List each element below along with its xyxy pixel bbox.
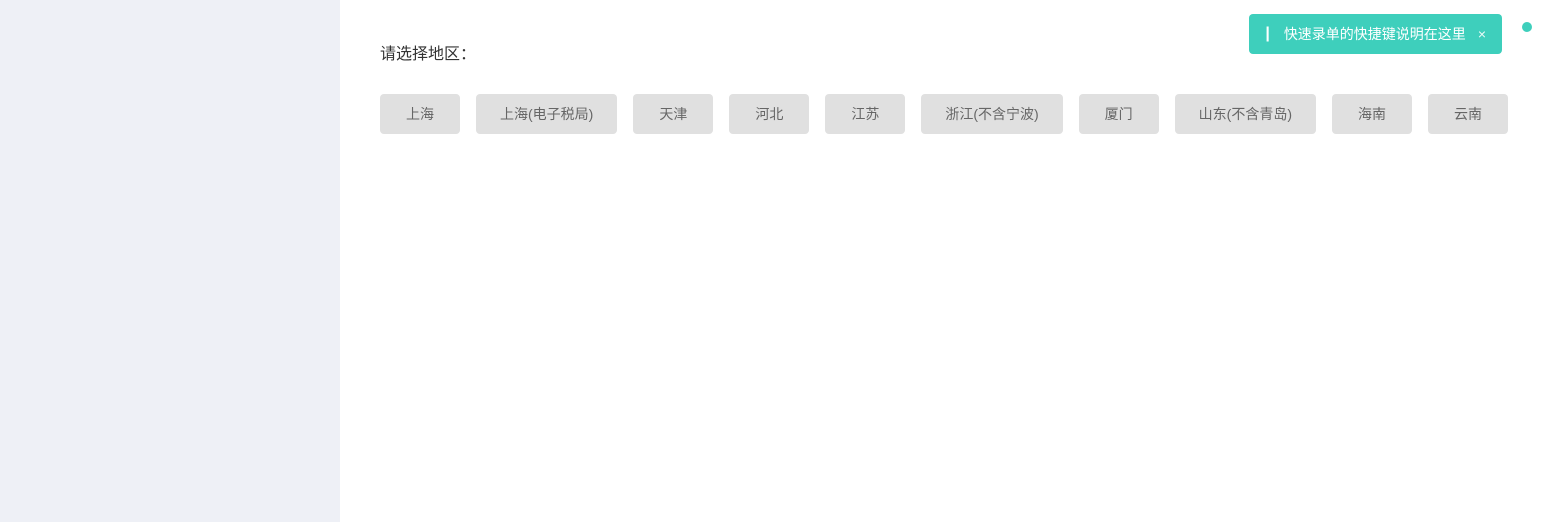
region-button-shandong[interactable]: 山东(不含青岛) [1175, 94, 1316, 134]
region-buttons: 上海上海(电子税局) 天津河北江苏浙江(不含宁波) 厦门山东(不含青岛) 海南云南 [380, 94, 1522, 134]
region-button-hainan[interactable]: 海南 [1332, 94, 1412, 134]
region-button-xiamen[interactable]: 厦门 [1079, 94, 1159, 134]
region-button-tianjin[interactable]: 天津 [633, 94, 713, 134]
tooltip-close-button[interactable]: × [1478, 26, 1486, 42]
region-button-zhejiang[interactable]: 浙江(不含宁波) [921, 94, 1062, 134]
region-button-shanghai-etax[interactable]: 上海(电子税局) [476, 94, 617, 134]
tooltip-banner: 快速录单的快捷键说明在这里 × [1249, 14, 1502, 54]
tooltip-dot [1522, 22, 1532, 32]
tooltip-text: 快速录单的快捷键说明在这里 [1284, 24, 1466, 44]
region-button-hebei[interactable]: 河北 [729, 94, 809, 134]
main-content: 请选择地区： 上海上海(电子税局)天津河北江苏浙江(不含宁波)厦门山东(不含青岛… [340, 0, 1562, 522]
region-button-shanghai[interactable]: 上海 [380, 94, 460, 134]
region-button-yunnan[interactable]: 云南 [1428, 94, 1508, 134]
sidebar [0, 0, 340, 522]
region-button-jiangsu[interactable]: 江苏 [825, 94, 905, 134]
